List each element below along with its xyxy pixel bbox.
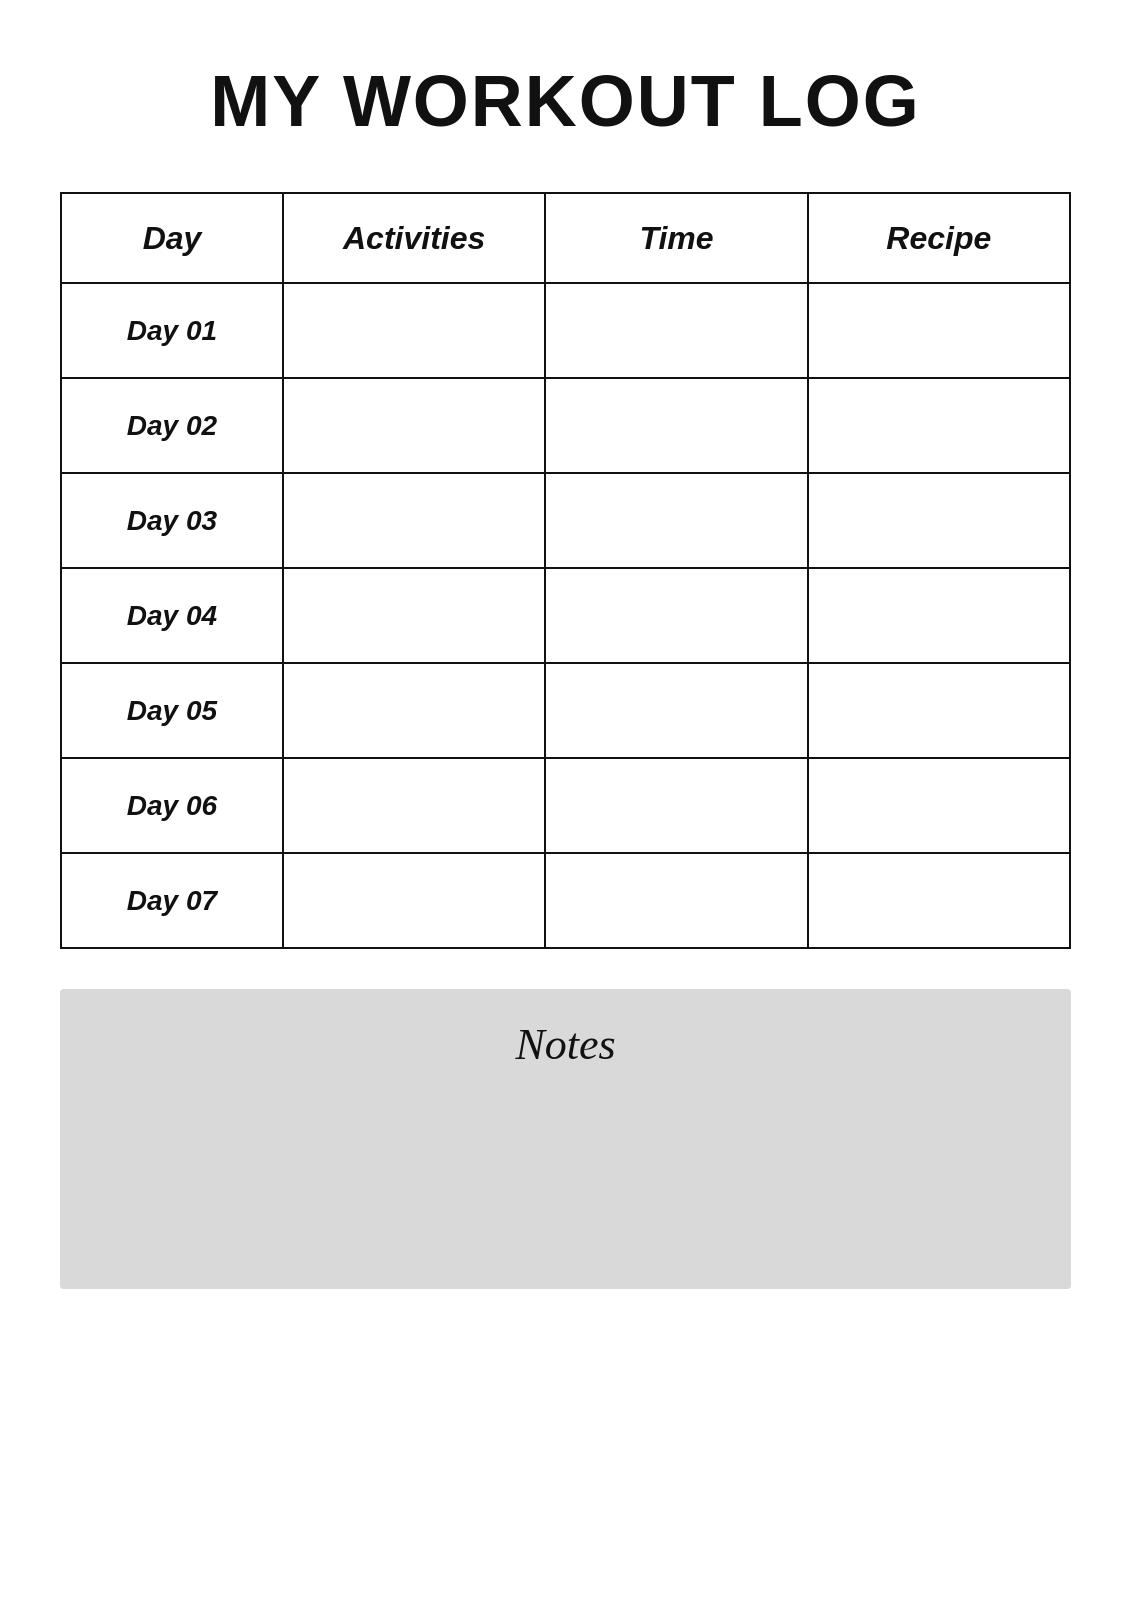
cell-time[interactable] bbox=[545, 853, 807, 948]
cell-recipe[interactable] bbox=[808, 663, 1070, 758]
cell-time[interactable] bbox=[545, 758, 807, 853]
table-row: Day 07 bbox=[61, 853, 1070, 948]
header-recipe: Recipe bbox=[808, 193, 1070, 283]
cell-activities[interactable] bbox=[283, 283, 545, 378]
cell-recipe[interactable] bbox=[808, 758, 1070, 853]
cell-day: Day 06 bbox=[61, 758, 283, 853]
table-header-row: Day Activities Time Recipe bbox=[61, 193, 1070, 283]
cell-time[interactable] bbox=[545, 283, 807, 378]
cell-activities[interactable] bbox=[283, 758, 545, 853]
cell-recipe[interactable] bbox=[808, 378, 1070, 473]
cell-day: Day 05 bbox=[61, 663, 283, 758]
notes-title: Notes bbox=[100, 1019, 1031, 1070]
cell-day: Day 01 bbox=[61, 283, 283, 378]
table-row: Day 01 bbox=[61, 283, 1070, 378]
header-day: Day bbox=[61, 193, 283, 283]
table-row: Day 05 bbox=[61, 663, 1070, 758]
notes-section: Notes bbox=[60, 989, 1071, 1289]
cell-recipe[interactable] bbox=[808, 283, 1070, 378]
header-time: Time bbox=[545, 193, 807, 283]
table-row: Day 02 bbox=[61, 378, 1070, 473]
cell-recipe[interactable] bbox=[808, 568, 1070, 663]
cell-activities[interactable] bbox=[283, 378, 545, 473]
cell-day: Day 03 bbox=[61, 473, 283, 568]
table-row: Day 04 bbox=[61, 568, 1070, 663]
cell-activities[interactable] bbox=[283, 568, 545, 663]
cell-day: Day 07 bbox=[61, 853, 283, 948]
cell-recipe[interactable] bbox=[808, 853, 1070, 948]
cell-activities[interactable] bbox=[283, 853, 545, 948]
header-activities: Activities bbox=[283, 193, 545, 283]
cell-day: Day 02 bbox=[61, 378, 283, 473]
cell-activities[interactable] bbox=[283, 663, 545, 758]
cell-recipe[interactable] bbox=[808, 473, 1070, 568]
workout-table: Day Activities Time Recipe Day 01Day 02D… bbox=[60, 192, 1071, 949]
page-title: MY WORKOUT LOG bbox=[210, 60, 921, 142]
cell-activities[interactable] bbox=[283, 473, 545, 568]
table-row: Day 06 bbox=[61, 758, 1070, 853]
cell-day: Day 04 bbox=[61, 568, 283, 663]
cell-time[interactable] bbox=[545, 568, 807, 663]
cell-time[interactable] bbox=[545, 663, 807, 758]
cell-time[interactable] bbox=[545, 378, 807, 473]
table-row: Day 03 bbox=[61, 473, 1070, 568]
cell-time[interactable] bbox=[545, 473, 807, 568]
